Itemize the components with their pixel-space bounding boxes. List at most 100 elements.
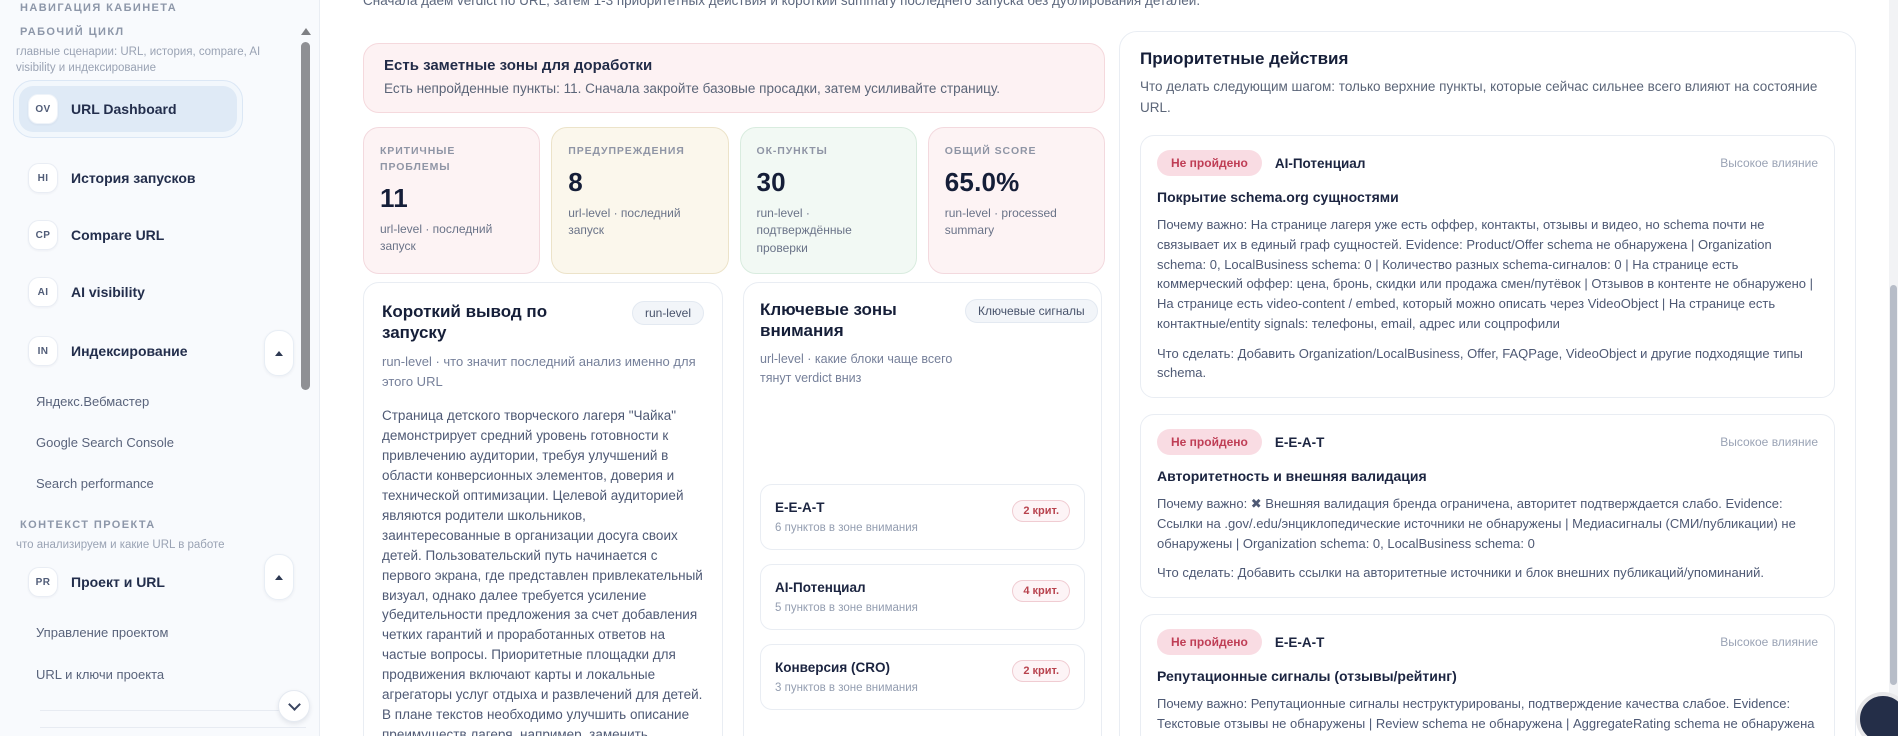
sidebar-nav-header: НАВИГАЦИЯ КАБИНЕТА bbox=[20, 2, 178, 14]
sidebar-item-label: URL Dashboard bbox=[71, 101, 177, 117]
sidebar-item-project-and-url[interactable]: PR Проект и URL bbox=[28, 564, 165, 600]
sidebar-scroll-up-button[interactable] bbox=[300, 26, 311, 36]
stat-sub: url-level · последний запуск bbox=[568, 205, 681, 238]
priority-item-authority-validation: Не пройдено E-E-A-T Высокое влияние Авто… bbox=[1140, 414, 1835, 599]
sidebar-item-url-dashboard[interactable]: OV URL Dashboard bbox=[13, 80, 243, 138]
zone-item-text: E-E-A-T 6 пунктов в зоне внимания bbox=[775, 500, 918, 534]
priority-actions-card: Приоритетные действия Что делать следующ… bbox=[1119, 31, 1856, 736]
priority-action: Что сделать: Добавить Organization/Local… bbox=[1157, 345, 1803, 381]
page-scrollbar-thumb[interactable] bbox=[1890, 285, 1897, 685]
stat-sub: run-level · processed summary bbox=[944, 205, 1057, 238]
compare-icon: CP bbox=[28, 220, 58, 250]
sidebar-subitem-url-and-keys[interactable]: URL и ключи проекта bbox=[36, 667, 164, 682]
triangle-up-icon bbox=[275, 574, 283, 580]
section-title-project-context: КОНТЕКСТ ПРОЕКТА bbox=[20, 519, 156, 531]
sidebar: НАВИГАЦИЯ КАБИНЕТА РАБОЧИЙ ЦИКЛ главные … bbox=[0, 0, 320, 736]
sidebar-item-compare-url[interactable]: CP Compare URL bbox=[28, 217, 164, 253]
zone-item-conversion-cro[interactable]: Конверсия (CRO) 3 пунктов в зоне внимани… bbox=[760, 644, 1085, 711]
sidebar-item-label: История запусков bbox=[71, 170, 196, 186]
run-verdict-card: Короткий вывод по запуску run-level run-… bbox=[363, 282, 723, 736]
sidebar-subitem-google-search-console[interactable]: Google Search Console bbox=[36, 435, 174, 450]
ai-visibility-icon: AI bbox=[28, 277, 58, 307]
sidebar-scroll-more-button[interactable] bbox=[278, 690, 310, 722]
sidebar-item-label: AI visibility bbox=[71, 284, 145, 300]
priority-title: Репутационные сигналы (отзывы/рейтинг) bbox=[1157, 668, 1457, 685]
stat-label: ОК-ПУНКТЫ bbox=[756, 145, 828, 157]
priority-item-reputation-signals: Не пройдено E-E-A-T Высокое влияние Репу… bbox=[1140, 614, 1835, 736]
priority-why: Почему важно: Репутационные сигналы нест… bbox=[1157, 696, 1815, 731]
key-zones-card: Ключевые зоны внимания url-level · какие… bbox=[743, 282, 1102, 736]
priority-category: E-E-A-T bbox=[1274, 434, 1325, 450]
priority-why: Почему важно: ✖ Внешняя валидация бренда… bbox=[1157, 496, 1796, 551]
sidebar-subitem-search-performance[interactable]: Search performance bbox=[36, 476, 154, 491]
status-badge: Не пройдено bbox=[1157, 429, 1262, 456]
status-badge: Не пройдено bbox=[1157, 150, 1262, 177]
alert-body: Есть непройденные пункты: 11. Сначала за… bbox=[384, 81, 1001, 96]
triangle-up-icon bbox=[300, 27, 311, 35]
crit-count-badge: 2 крит. bbox=[1012, 660, 1070, 683]
sidebar-divider bbox=[40, 727, 306, 728]
indexing-expander-button[interactable] bbox=[264, 330, 294, 376]
stats-row: КРИТИЧНЫЕ ПРОБЛЕМЫ 11 url-level · послед… bbox=[363, 127, 1105, 274]
stat-label: ПРЕДУПРЕЖДЕНИЯ bbox=[568, 145, 685, 157]
stat-value: 30 bbox=[756, 166, 786, 197]
zone-name: AI-Потенциал bbox=[775, 580, 866, 596]
zones-spacer bbox=[760, 388, 1085, 484]
zone-name: Конверсия (CRO) bbox=[775, 660, 890, 676]
priority-category: E-E-A-T bbox=[1274, 634, 1325, 650]
stat-card-total-score: ОБЩИЙ SCORE 65.0% run-level · processed … bbox=[927, 127, 1105, 274]
priority-why: Почему важно: На странице лагеря уже ест… bbox=[1157, 217, 1813, 331]
sidebar-divider bbox=[40, 710, 306, 711]
stat-card-ok-points: ОК-ПУНКТЫ 30 run-level · подтверждённые … bbox=[739, 127, 917, 274]
stat-value: 8 bbox=[568, 166, 583, 197]
priority-title: Авторитетность и внешняя валидация bbox=[1157, 468, 1427, 485]
sidebar-item-label: Compare URL bbox=[71, 227, 165, 243]
zone-sub: 3 пунктов в зоне внимания bbox=[775, 682, 918, 695]
priority-item-schema-coverage: Не пройдено AI-Потенциал Высокое влияние… bbox=[1140, 135, 1835, 399]
zone-item-text: Конверсия (CRO) 3 пунктов в зоне внимани… bbox=[775, 660, 918, 694]
stat-card-critical-problems: КРИТИЧНЫЕ ПРОБЛЕМЫ 11 url-level · послед… bbox=[363, 127, 541, 274]
key-signals-badge: Ключевые сигналы bbox=[965, 299, 1098, 323]
crit-count-badge: 4 крит. bbox=[1012, 580, 1070, 603]
zone-item-eeat[interactable]: E-E-A-T 6 пунктов в зоне внимания 2 крит… bbox=[760, 484, 1085, 551]
sidebar-item-history[interactable]: HI История запусков bbox=[28, 160, 196, 196]
sidebar-item-indexing[interactable]: IN Индексирование bbox=[28, 333, 188, 369]
floating-action-button[interactable] bbox=[1856, 692, 1898, 736]
crit-count-badge: 2 крит. bbox=[1012, 500, 1070, 523]
verdict-card-title: Короткий вывод по запуску bbox=[382, 302, 548, 343]
stat-card-warnings: ПРЕДУПРЕЖДЕНИЯ 8 url-level · последний з… bbox=[551, 127, 729, 274]
zone-sub: 5 пунктов в зоне внимания bbox=[775, 602, 918, 615]
stat-value: 11 bbox=[380, 182, 408, 213]
zone-sub: 6 пунктов в зоне внимания bbox=[775, 522, 918, 535]
section-desc-work-cycle: главные сценарии: URL, история, compare,… bbox=[16, 46, 261, 75]
sidebar-subitem-project-management[interactable]: Управление проектом bbox=[36, 625, 168, 640]
priority-title: Покрытие schema.org сущностями bbox=[1157, 189, 1399, 206]
priority-category: AI-Потенциал bbox=[1274, 155, 1366, 171]
key-zones-header: Ключевые зоны внимания url-level · какие… bbox=[760, 299, 965, 388]
section-desc-project-context: что анализируем и какие URL в работе bbox=[16, 539, 225, 551]
key-zones-title: Ключевые зоны внимания bbox=[760, 300, 897, 341]
key-zones-subtitle: url-level · какие блоки чаще всего тянут… bbox=[760, 351, 953, 385]
stat-sub: run-level · подтверждённые проверки bbox=[756, 205, 852, 255]
zone-item-text: AI-Потенциал 5 пунктов в зоне внимания bbox=[775, 580, 918, 614]
chevron-down-icon bbox=[287, 697, 301, 711]
zone-item-ai-potential[interactable]: AI-Потенциал 5 пунктов в зоне внимания 4… bbox=[760, 564, 1085, 631]
stat-label: ОБЩИЙ SCORE bbox=[944, 145, 1037, 157]
sidebar-item-label: Индексирование bbox=[71, 343, 188, 359]
section-title-work-cycle: РАБОЧИЙ ЦИКЛ bbox=[20, 26, 125, 38]
project-expander-button[interactable] bbox=[264, 554, 294, 600]
history-icon: HI bbox=[28, 163, 58, 193]
run-level-badge: run-level bbox=[631, 301, 704, 325]
sidebar-item-url-dashboard-pill[interactable]: OV URL Dashboard bbox=[19, 86, 237, 132]
stat-value: 65.0% bbox=[944, 166, 1020, 197]
impact-label: Высокое влияние bbox=[1720, 435, 1818, 450]
sidebar-item-ai-visibility[interactable]: AI AI visibility bbox=[28, 274, 145, 310]
sidebar-subitem-yandex-webmaster[interactable]: Яндекс.Вебмастер bbox=[36, 394, 149, 409]
stat-label: КРИТИЧНЫЕ ПРОБЛЕМЫ bbox=[380, 145, 456, 173]
verdict-text: Страница детского творческого лагеря "Ча… bbox=[382, 407, 703, 736]
rework-alert-banner: Есть заметные зоны для доработки Есть не… bbox=[363, 43, 1105, 113]
page-intro-note: Сначала даем verdict по URL, затем 1-3 п… bbox=[363, 0, 1201, 8]
sidebar-scrollbar-thumb[interactable] bbox=[301, 42, 310, 390]
url-dashboard-icon: OV bbox=[28, 94, 58, 124]
project-icon: PR bbox=[28, 567, 58, 597]
